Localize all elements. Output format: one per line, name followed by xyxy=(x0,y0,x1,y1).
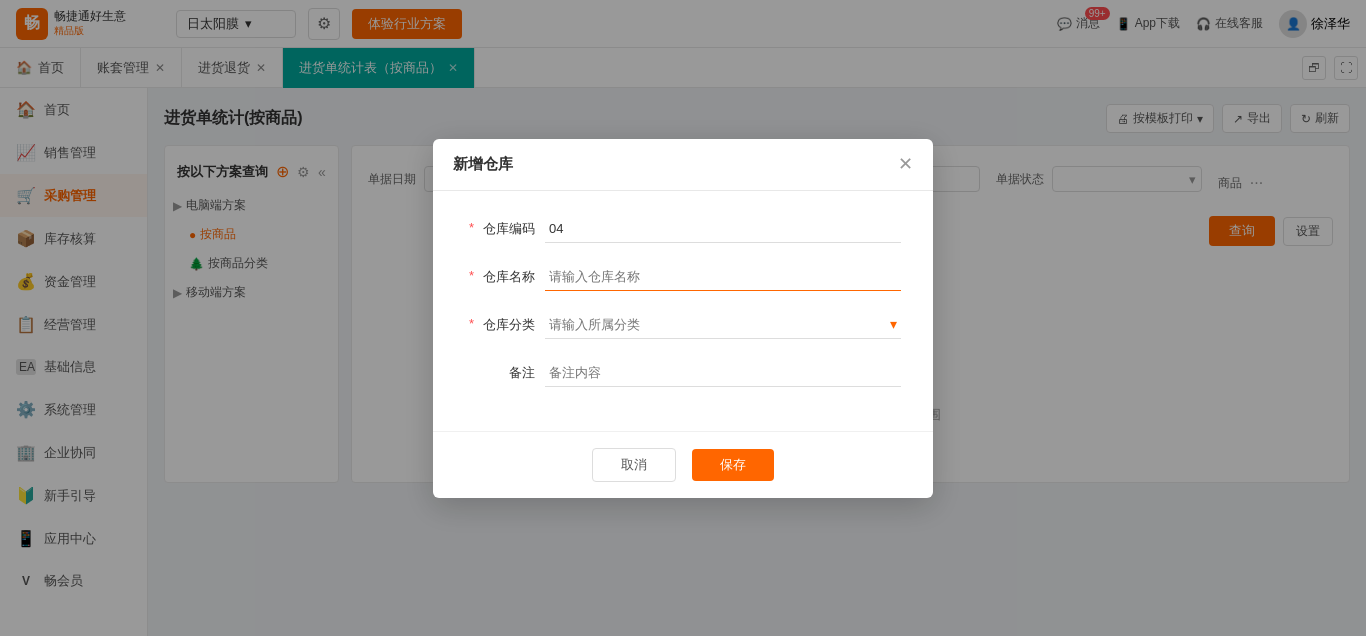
notes-field-row: 备注 xyxy=(465,359,901,387)
category-select-wrap: ▾ xyxy=(545,311,901,339)
category-field-row: 仓库分类 ▾ xyxy=(465,311,901,339)
modal-header: 新增仓库 ✕ xyxy=(433,139,933,191)
name-label: 仓库名称 xyxy=(465,268,545,286)
notes-label: 备注 xyxy=(465,364,545,382)
code-field-row: 仓库编码 xyxy=(465,215,901,243)
name-field-row: 仓库名称 xyxy=(465,263,901,291)
name-input[interactable] xyxy=(545,263,901,291)
category-label: 仓库分类 xyxy=(465,316,545,334)
modal-title: 新增仓库 xyxy=(453,155,513,174)
cancel-button[interactable]: 取消 xyxy=(592,448,676,482)
category-input[interactable] xyxy=(545,311,901,338)
modal-close-button[interactable]: ✕ xyxy=(898,155,913,173)
code-label: 仓库编码 xyxy=(465,220,545,238)
code-input[interactable] xyxy=(545,215,901,243)
modal-footer: 取消 保存 xyxy=(433,431,933,498)
new-warehouse-modal: 新增仓库 ✕ 仓库编码 仓库名称 仓库分类 ▾ xyxy=(433,139,933,498)
notes-input[interactable] xyxy=(545,359,901,387)
save-button[interactable]: 保存 xyxy=(692,449,774,481)
modal-overlay: 新增仓库 ✕ 仓库编码 仓库名称 仓库分类 ▾ xyxy=(0,0,1366,636)
modal-body: 仓库编码 仓库名称 仓库分类 ▾ 备注 xyxy=(433,191,933,431)
